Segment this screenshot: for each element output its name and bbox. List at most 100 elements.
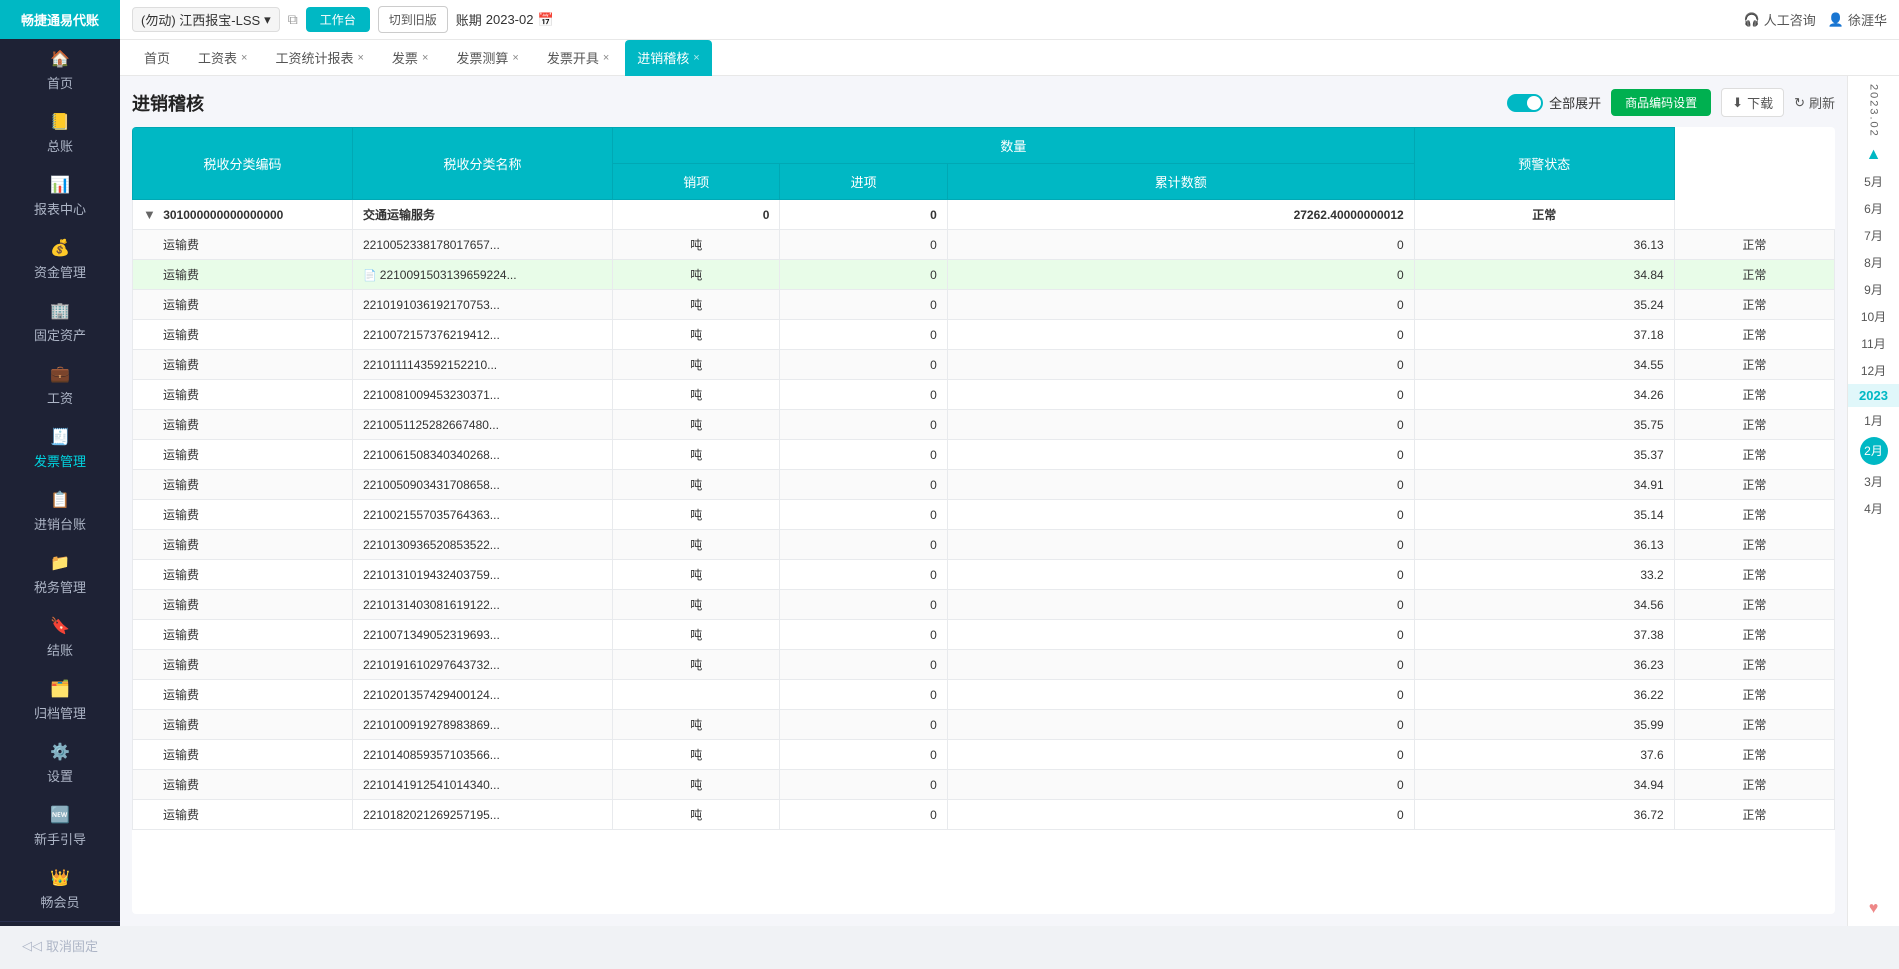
table-row: 运输费2210191036192170753...吨0035.24正常 xyxy=(133,290,1835,320)
switch-version-button[interactable]: 切到旧版 xyxy=(378,6,448,33)
purchases-cell: 0 xyxy=(947,500,1414,530)
item-indent-cell: 运输费 xyxy=(133,380,353,410)
unit-cell: 吨 xyxy=(613,590,780,620)
sidebar-item-payroll[interactable]: 💼 工资 xyxy=(0,354,120,417)
table-row: 运输费2210131019432403759...吨0033.2正常 xyxy=(133,560,1835,590)
tab-close-icon[interactable]: × xyxy=(241,52,247,64)
sales-cell: 0 xyxy=(780,230,947,260)
sidebar-item-ledger[interactable]: 📒 总账 xyxy=(0,102,120,165)
support-button[interactable]: 🎧 人工咨询 xyxy=(1744,10,1816,29)
calendar-up-icon[interactable]: ▲ xyxy=(1862,142,1886,168)
sidebar-item-reports[interactable]: 📊 报表中心 xyxy=(0,165,120,228)
sidebar-item-tax[interactable]: 📁 税务管理 xyxy=(0,543,120,606)
purchase-sales-icon: 📋 xyxy=(50,490,70,510)
sidebar-item-archive[interactable]: 🗂️ 归档管理 xyxy=(0,669,120,732)
support-label: 人工咨询 xyxy=(1764,10,1816,29)
unit-cell: 吨 xyxy=(613,290,780,320)
tab-close-icon[interactable]: × xyxy=(512,52,518,64)
settings-button[interactable]: 商品编码设置 xyxy=(1611,89,1711,116)
copy-icon[interactable]: ⧉ xyxy=(288,11,298,28)
tab-active-close-icon[interactable]: × xyxy=(693,52,699,64)
purchases-cell: 0 xyxy=(947,320,1414,350)
company-selector[interactable]: (勿动) 江西报宝-LSS ▾ xyxy=(132,7,280,32)
sidebar-item-label: 总账 xyxy=(47,136,73,155)
sales-cell: 0 xyxy=(780,320,947,350)
assets-icon: 🏢 xyxy=(50,301,70,321)
purchases-cell: 0 xyxy=(947,290,1414,320)
purchases-cell: 0 xyxy=(947,470,1414,500)
sidebar-item-label: 新手引导 xyxy=(34,829,86,848)
download-button[interactable]: ⬇ 下载 xyxy=(1721,88,1784,117)
tab-payroll-stats[interactable]: 工资统计报表 × xyxy=(263,40,375,76)
item-code-cell: 2210191610297643732... xyxy=(353,650,613,680)
calendar-month-feb-active[interactable]: 2月 xyxy=(1860,437,1888,465)
status-cell: 正常 xyxy=(1674,680,1834,710)
heart-icon[interactable]: ♥ xyxy=(1861,892,1887,926)
item-indent-cell: 运输费 xyxy=(133,680,353,710)
calendar-month-jan[interactable]: 1月 xyxy=(1848,407,1899,434)
calendar-month-sep[interactable]: 9月 xyxy=(1848,276,1899,303)
tab-invoice[interactable]: 发票 × xyxy=(380,40,440,76)
item-indent-cell: 运输费 xyxy=(133,350,353,380)
sidebar-item-assets[interactable]: 🏢 固定资产 xyxy=(0,291,120,354)
tab-payroll[interactable]: 工资表 × xyxy=(186,40,259,76)
workspace-button[interactable]: 工作台 xyxy=(306,7,370,32)
user-menu[interactable]: 👤 徐涯华 xyxy=(1828,10,1887,29)
status-cell: 正常 xyxy=(1674,770,1834,800)
sidebar-item-label: 归档管理 xyxy=(34,703,86,722)
tab-close-icon[interactable]: × xyxy=(357,52,363,64)
table-row: 运输费2210100919278983869...吨0035.99正常 xyxy=(133,710,1835,740)
calendar-icon[interactable]: 📅 xyxy=(537,12,553,28)
tab-close-icon[interactable]: × xyxy=(422,52,428,64)
sidebar-item-guide[interactable]: 🆕 新手引导 xyxy=(0,795,120,858)
expand-toggle-label: 全部展开 xyxy=(1549,93,1601,112)
table-row: 运输费2210201357429400124...0036.22正常 xyxy=(133,680,1835,710)
calendar-month-may[interactable]: 5月 xyxy=(1848,168,1899,195)
tab-invoice-calc[interactable]: 发票测算 × xyxy=(444,40,530,76)
calendar-month-jul[interactable]: 7月 xyxy=(1848,222,1899,249)
unit-cell: 吨 xyxy=(613,470,780,500)
cumulative-cell: 33.2 xyxy=(1414,560,1674,590)
sidebar-item-purchase-sales[interactable]: 📋 进销台账 xyxy=(0,480,120,543)
calendar-month-jun[interactable]: 6月 xyxy=(1848,195,1899,222)
item-code-cell: 2210130936520853522... xyxy=(353,530,613,560)
calendar-month-mar[interactable]: 3月 xyxy=(1848,468,1899,495)
refresh-button[interactable]: ↻ 刷新 xyxy=(1794,93,1835,112)
calendar-month-oct[interactable]: 10月 xyxy=(1848,303,1899,330)
content-area: 进销稽核 全部展开 商品编码设置 ⬇ 下载 ↻ 刷新 xyxy=(120,76,1899,926)
expand-toggle[interactable] xyxy=(1507,94,1543,112)
calendar-month-aug[interactable]: 8月 xyxy=(1848,249,1899,276)
calendar-month-apr[interactable]: 4月 xyxy=(1848,495,1899,522)
sales-cell: 0 xyxy=(780,770,947,800)
sidebar-item-fund[interactable]: 💰 资金管理 xyxy=(0,228,120,291)
tab-close-icon[interactable]: × xyxy=(603,52,609,64)
sidebar-item-home[interactable]: 🏠 首页 xyxy=(0,39,120,102)
sidebar-item-label: 首页 xyxy=(47,73,73,92)
tab-invoice-reconcile[interactable]: 进销稽核 × xyxy=(625,40,711,76)
calendar-month-dec[interactable]: 12月 xyxy=(1848,357,1899,384)
status-cell: 正常 xyxy=(1674,530,1834,560)
item-code-cell: 2210072157376219412... xyxy=(353,320,613,350)
purchases-cell: 0 xyxy=(947,590,1414,620)
sidebar-item-settle[interactable]: 🔖 结账 xyxy=(0,606,120,669)
calendar-month-nov[interactable]: 11月 xyxy=(1848,330,1899,357)
tab-home[interactable]: 首页 xyxy=(132,40,182,76)
table-row: 运输费2210191610297643732...吨0036.23正常 xyxy=(133,650,1835,680)
download-icon: ⬇ xyxy=(1732,95,1743,111)
col-cumulative: 累计数额 xyxy=(947,164,1414,200)
sidebar-item-settings[interactable]: ⚙️ 设置 xyxy=(0,732,120,795)
period-label: 账期 xyxy=(456,10,482,29)
unpin-button[interactable]: ◁◁ 取消固定 xyxy=(0,930,120,961)
user-icon: 👤 xyxy=(1828,12,1844,28)
settle-icon: 🔖 xyxy=(50,616,70,636)
expand-icon[interactable]: ▼ xyxy=(143,207,156,222)
table-row: 运输费2210021557035764363...吨0035.14正常 xyxy=(133,500,1835,530)
table-row: 运输费2210131403081619122...吨0034.56正常 xyxy=(133,590,1835,620)
cumulative-cell: 35.24 xyxy=(1414,290,1674,320)
sales-cell: 0 xyxy=(780,650,947,680)
sidebar-item-invoice-mgmt[interactable]: 🧾 发票管理 xyxy=(0,417,120,480)
status-cell: 正常 xyxy=(1414,200,1674,230)
tab-invoice-open[interactable]: 发票开具 × xyxy=(535,40,621,76)
sidebar-item-member[interactable]: 👑 畅会员 xyxy=(0,858,120,921)
table-row: 运输费2210130936520853522...吨0036.13正常 xyxy=(133,530,1835,560)
